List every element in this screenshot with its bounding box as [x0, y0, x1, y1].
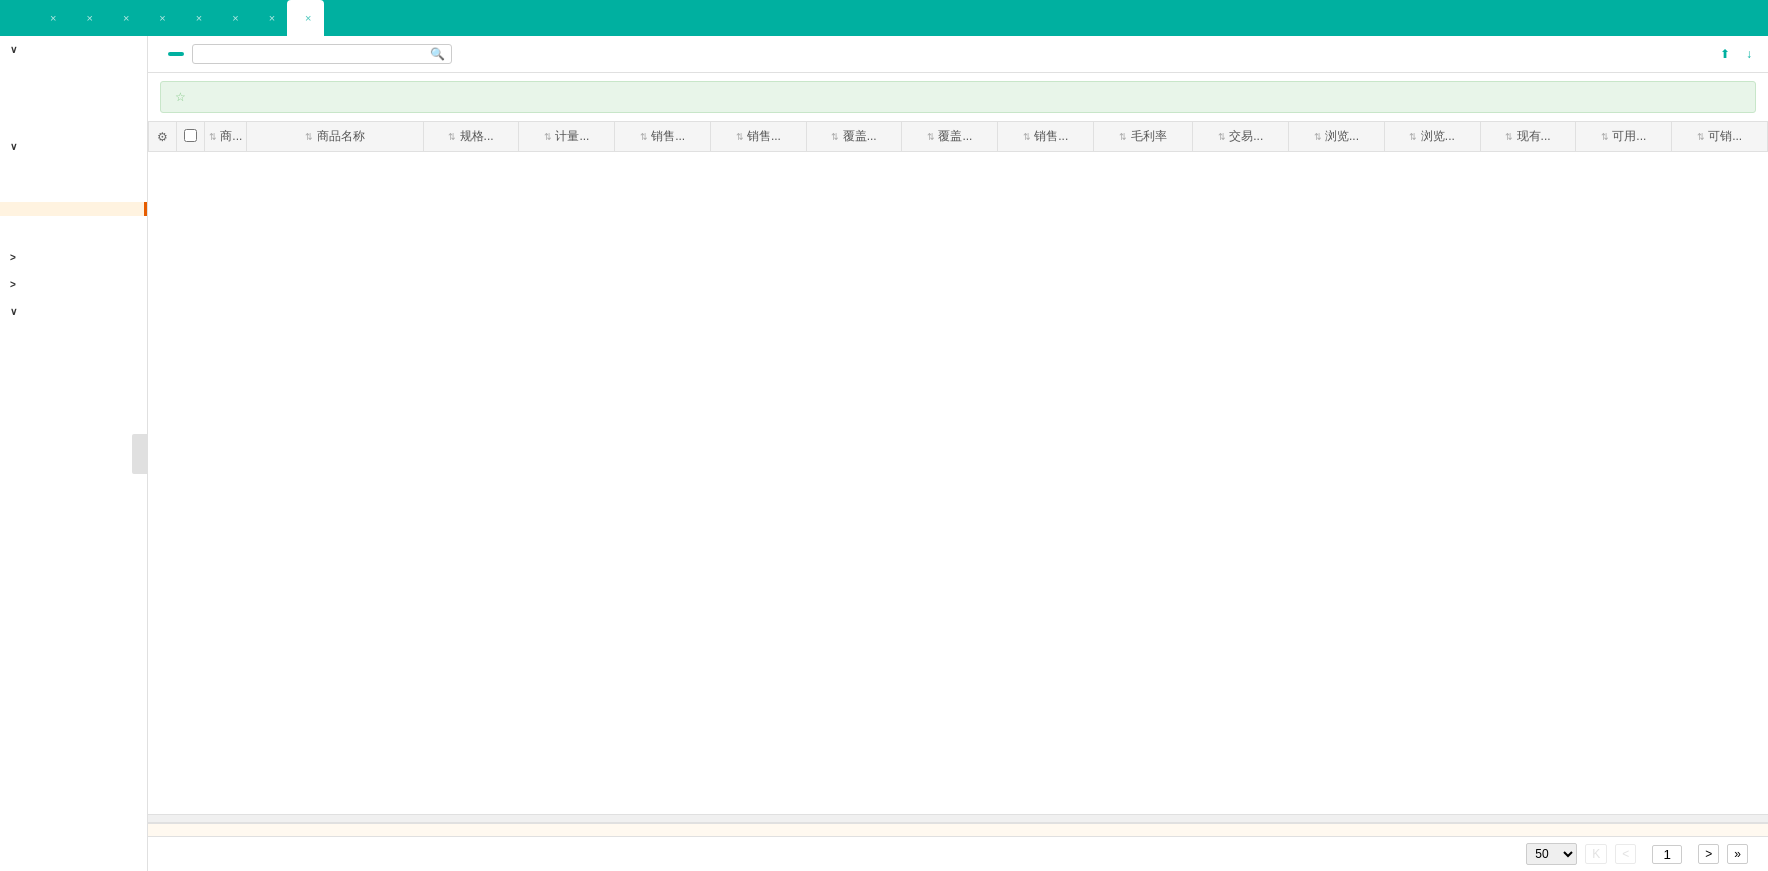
pagination-bar: 10 20 50 100 K < > »: [148, 836, 1768, 871]
nav-close-icon[interactable]: ×: [50, 12, 56, 24]
nav-item-sales[interactable]: ×: [32, 0, 68, 36]
sidebar-section-growth[interactable]: >: [0, 271, 147, 298]
nav-close-icon[interactable]: ×: [86, 12, 92, 24]
sidebar-item-high-margin[interactable]: [0, 216, 147, 230]
chevron-down-icon: ∨: [10, 141, 17, 152]
nav-close-icon[interactable]: ×: [305, 12, 311, 24]
search-input[interactable]: [199, 47, 426, 61]
col-browse1-header: ⇅ 浏览...: [1289, 122, 1385, 152]
sidebar-item-high-coverage[interactable]: [0, 188, 147, 202]
sidebar-item-low-margin[interactable]: [0, 230, 147, 244]
sidebar-item-low-coverage[interactable]: [0, 202, 147, 216]
sidebar-item-all-goods[interactable]: [0, 325, 147, 339]
sidebar-item-low-value[interactable]: [0, 174, 147, 188]
col-stock1-header: ⇅ 现有...: [1480, 122, 1576, 152]
search-icon: 🔍: [430, 47, 445, 61]
col-browse2-header: ⇅ 浏览...: [1384, 122, 1480, 152]
sidebar-item-sales-goods[interactable]: [0, 63, 147, 77]
page-input[interactable]: [1652, 845, 1682, 864]
nav-item-permissions[interactable]: ×: [105, 0, 141, 36]
nav-item-purchase[interactable]: ×: [68, 0, 104, 36]
horizontal-scrollbar[interactable]: [148, 814, 1768, 822]
per-page-select[interactable]: 10 20 50 100: [1526, 843, 1577, 865]
sidebar-item-traded-goods[interactable]: [0, 77, 147, 91]
col-sales1-header: ⇅ 销售...: [615, 122, 711, 152]
nav-close-icon[interactable]: ×: [123, 12, 129, 24]
sidebar-item-new-goods[interactable]: [0, 339, 147, 353]
nav-close-icon[interactable]: ×: [159, 12, 165, 24]
info-icon: ☆: [175, 90, 186, 104]
info-banner: ☆: [160, 81, 1756, 113]
col-checkbox-header[interactable]: [177, 122, 205, 152]
col-sales3-header: ⇅ 销售...: [998, 122, 1094, 152]
chevron-down-icon: ∨: [10, 44, 17, 55]
col-coverage1-header: ⇅ 覆盖...: [806, 122, 902, 152]
col-margin-header: ⇅ 毛利率: [1093, 122, 1192, 152]
content-header: 🔍 ⬆ ↓: [148, 36, 1768, 73]
nav-item-analysis[interactable]: ×: [251, 0, 287, 36]
share-button[interactable]: ⬆: [1720, 47, 1734, 61]
sidebar-section-overall[interactable]: ∨: [0, 36, 147, 63]
first-page-button[interactable]: K: [1585, 844, 1607, 864]
sidebar: ∨ ∨ >: [0, 36, 148, 871]
last-page-button[interactable]: »: [1727, 844, 1748, 864]
col-name-header: ⇅ 商品名称: [247, 122, 423, 152]
nav-item-roles[interactable]: ×: [141, 0, 177, 36]
top-nav: × × × × × × × ×: [0, 0, 1768, 36]
sidebar-item-stock-capital[interactable]: [0, 119, 147, 133]
chevron-right-icon: >: [10, 279, 16, 290]
data-table: ⚙ ⇅ 商... ⇅ 商品名称 ⇅ 规格... ⇅ 计量... ⇅ 销售... …: [148, 121, 1768, 152]
sidebar-collapse-button[interactable]: [132, 434, 148, 474]
chevron-right-icon: >: [10, 252, 16, 263]
select-all-checkbox[interactable]: [184, 129, 197, 142]
col-no-header: ⇅ 商...: [205, 122, 247, 152]
col-stock2-header: ⇅ 可用...: [1576, 122, 1672, 152]
nav-close-icon[interactable]: ×: [269, 12, 275, 24]
nav-item-template[interactable]: ×: [214, 0, 250, 36]
col-settings-header[interactable]: ⚙: [149, 122, 177, 152]
nav-close-icon[interactable]: ×: [196, 12, 202, 24]
gear-icon[interactable]: ⚙: [157, 130, 168, 144]
col-coverage2-header: ⇅ 覆盖...: [902, 122, 998, 152]
sidebar-section-liquidity[interactable]: >: [0, 244, 147, 271]
sidebar-section-marketing[interactable]: ∨: [0, 298, 147, 325]
chevron-down-icon: ∨: [10, 306, 17, 317]
sidebar-item-high-value[interactable]: [0, 160, 147, 174]
col-sales2-header: ⇅ 销售...: [710, 122, 806, 152]
col-stock3-header: ⇅ 可销...: [1672, 122, 1768, 152]
table-footer: [148, 822, 1768, 836]
export-button[interactable]: ↓: [1746, 47, 1756, 61]
nav-item-inventory[interactable]: ×: [178, 0, 214, 36]
next-page-button[interactable]: >: [1698, 844, 1719, 864]
nav-item-analysis-list[interactable]: ×: [287, 0, 323, 36]
col-spec-header: ⇅ 规格...: [423, 122, 519, 152]
table-wrapper: ⚙ ⇅ 商... ⇅ 商品名称 ⇅ 规格... ⇅ 计量... ⇅ 销售... …: [148, 121, 1768, 814]
col-unit-header: ⇅ 计量...: [519, 122, 615, 152]
sidebar-section-cluster[interactable]: ∨: [0, 133, 147, 160]
share-icon: ⬆: [1720, 47, 1730, 61]
nav-close-icon[interactable]: ×: [232, 12, 238, 24]
sidebar-item-category-rate[interactable]: [0, 91, 147, 105]
search-box: 🔍: [192, 44, 452, 64]
time-filter-button[interactable]: [168, 52, 184, 56]
col-trade-header: ⇅ 交易...: [1193, 122, 1289, 152]
prev-page-button[interactable]: <: [1615, 844, 1636, 864]
sidebar-item-stocked-goods[interactable]: [0, 105, 147, 119]
export-icon: ↓: [1746, 47, 1752, 61]
nav-item-home[interactable]: [8, 0, 32, 36]
